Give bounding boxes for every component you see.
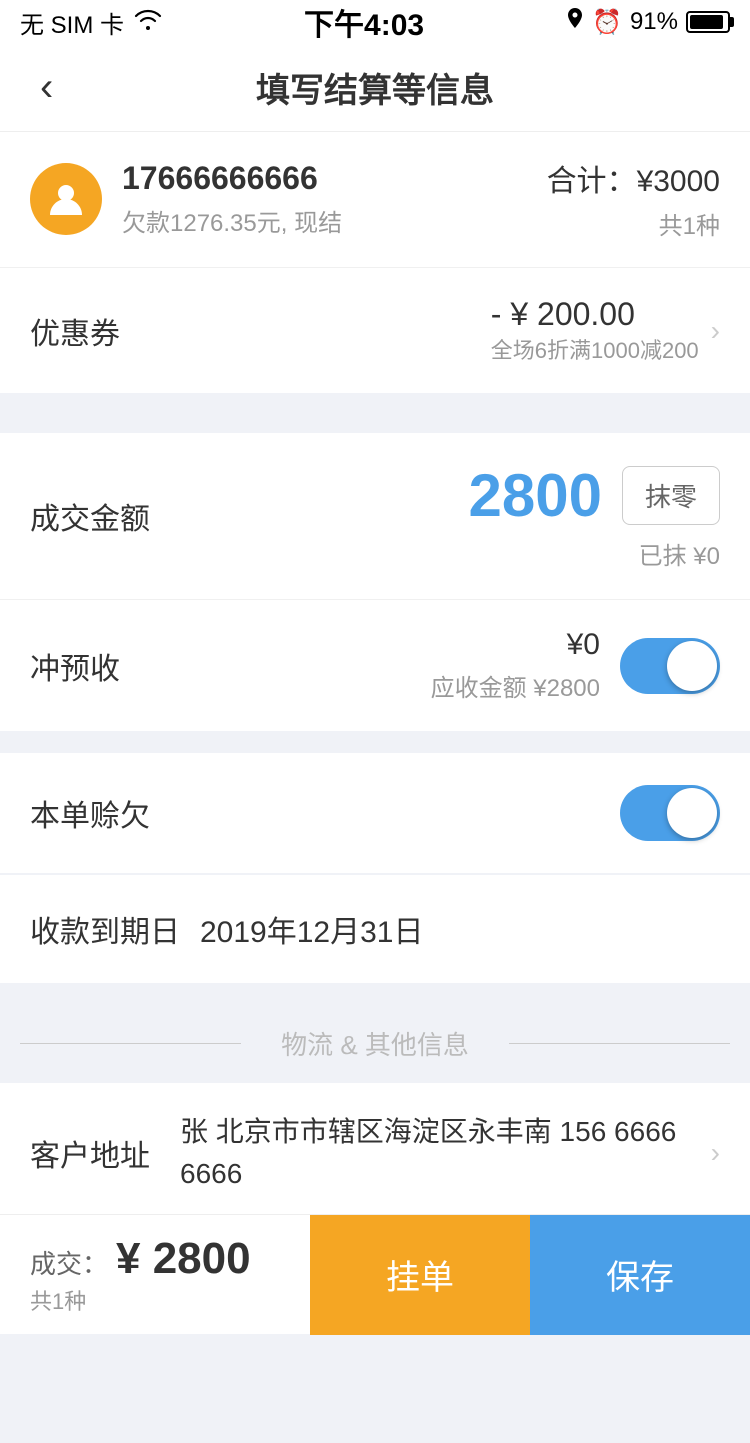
- deal-value: 2800: [469, 461, 602, 530]
- location-icon: [566, 8, 584, 37]
- user-right: 合计：¥3000 共1种: [547, 156, 720, 241]
- divider-line-left: [20, 1043, 241, 1044]
- deal-amount-row: 2800 抹零: [469, 461, 721, 530]
- status-bar: 无 SIM 卡 下午4:03 ⏰ 91%: [0, 0, 750, 44]
- arrearage-section: 本单赊欠: [0, 753, 750, 873]
- pre-collect-right: ¥0 应收金额 ¥2800: [431, 628, 720, 703]
- bottom-info: 成交： ¥ 2800 共1种: [0, 1234, 310, 1316]
- avatar: [30, 163, 102, 235]
- address-section[interactable]: 客户地址 张 北京市市辖区海淀区永丰南 156 6666 6666 ›: [0, 1083, 750, 1223]
- status-left: 无 SIM 卡: [20, 5, 162, 40]
- total-amount: 合计：¥3000: [547, 156, 720, 200]
- arrearage-toggle-knob: [667, 788, 717, 838]
- deal-label: 成交金额: [30, 494, 150, 538]
- toggle-knob: [667, 641, 717, 691]
- coupon-label: 优惠券: [30, 309, 120, 353]
- gray-divider-2: [0, 733, 750, 753]
- address-value: 张 北京市市辖区海淀区永丰南 156 6666 6666: [180, 1111, 699, 1195]
- round-button[interactable]: 抹零: [622, 466, 720, 525]
- logistics-label: 物流 & 其他信息: [281, 1025, 469, 1062]
- duedate-label: 收款到期日: [30, 907, 180, 951]
- pre-collect-toggle[interactable]: [620, 638, 720, 694]
- back-button[interactable]: ‹: [30, 55, 63, 120]
- user-info: 17666666666 欠款1276.35元, 现结: [122, 160, 342, 238]
- bottom-count: 共1种: [30, 1284, 280, 1316]
- address-right: 张 北京市市辖区海淀区永丰南 156 6666 6666 ›: [180, 1111, 720, 1195]
- battery-icon: [686, 11, 730, 33]
- arrearage-toggle[interactable]: [620, 785, 720, 841]
- address-label: 客户地址: [30, 1131, 150, 1175]
- duedate-value: 2019年12月31日: [200, 907, 423, 951]
- nav-bar: ‹ 填写结算等信息: [0, 44, 750, 132]
- alarm-icon: ⏰: [592, 8, 622, 37]
- battery-pct: 91%: [630, 8, 678, 36]
- hang-button[interactable]: 挂单: [310, 1215, 530, 1335]
- bottom-bar: 成交： ¥ 2800 共1种 挂单 保存: [0, 1214, 750, 1334]
- total-count: 共1种: [547, 206, 720, 241]
- coupon-discount: - ¥ 200.00: [491, 296, 699, 333]
- status-time: 下午4:03: [304, 0, 424, 44]
- deal-section: 成交金额 2800 抹零 已抹 ¥0 冲预收 ¥0 应收金额 ¥2800: [0, 433, 750, 731]
- divider-line-right: [509, 1043, 730, 1044]
- coupon-right: - ¥ 200.00 全场6折满1000减200 ›: [491, 296, 720, 365]
- wifi-icon: [134, 8, 162, 37]
- deal-row: 成交金额 2800 抹零 已抹 ¥0: [0, 433, 750, 599]
- duedate-section: 收款到期日 2019年12月31日: [0, 875, 750, 983]
- user-row: 17666666666 欠款1276.35元, 现结 合计：¥3000 共1种: [0, 132, 750, 265]
- user-section: 17666666666 欠款1276.35元, 现结 合计：¥3000 共1种 …: [0, 132, 750, 393]
- coupon-row[interactable]: 优惠券 - ¥ 200.00 全场6折满1000减200 ›: [0, 267, 750, 393]
- status-right: ⏰ 91%: [566, 8, 730, 37]
- coupon-detail: 全场6折满1000减200: [491, 333, 699, 365]
- pre-collect-label: 冲预收: [30, 644, 120, 688]
- bottom-deal-label: 成交：: [30, 1244, 108, 1281]
- user-phone: 17666666666: [122, 160, 342, 197]
- pre-collect-info: ¥0 应收金额 ¥2800: [431, 628, 600, 703]
- logistics-divider: 物流 & 其他信息: [0, 1003, 750, 1083]
- coupon-chevron: ›: [711, 315, 720, 347]
- bottom-deal-row: 成交： ¥ 2800: [30, 1234, 280, 1284]
- deal-right: 2800 抹零 已抹 ¥0: [469, 461, 721, 571]
- gray-divider-1: [0, 413, 750, 433]
- user-sub: 欠款1276.35元, 现结: [122, 203, 342, 238]
- user-left: 17666666666 欠款1276.35元, 现结: [30, 160, 342, 238]
- pre-collect-row: 冲预收 ¥0 应收金额 ¥2800: [0, 599, 750, 731]
- pre-collect-amount: ¥0: [431, 628, 600, 662]
- coupon-info: - ¥ 200.00 全场6折满1000减200: [491, 296, 699, 365]
- deal-sub: 已抹 ¥0: [469, 536, 721, 571]
- bottom-deal-amount: ¥ 2800: [116, 1234, 251, 1284]
- arrearage-label: 本单赊欠: [30, 791, 150, 835]
- pre-collect-sub: 应收金额 ¥2800: [431, 668, 600, 703]
- carrier: 无 SIM 卡: [20, 5, 124, 40]
- save-button[interactable]: 保存: [530, 1215, 750, 1335]
- page-title: 填写结算等信息: [256, 63, 494, 112]
- address-chevron: ›: [711, 1137, 720, 1169]
